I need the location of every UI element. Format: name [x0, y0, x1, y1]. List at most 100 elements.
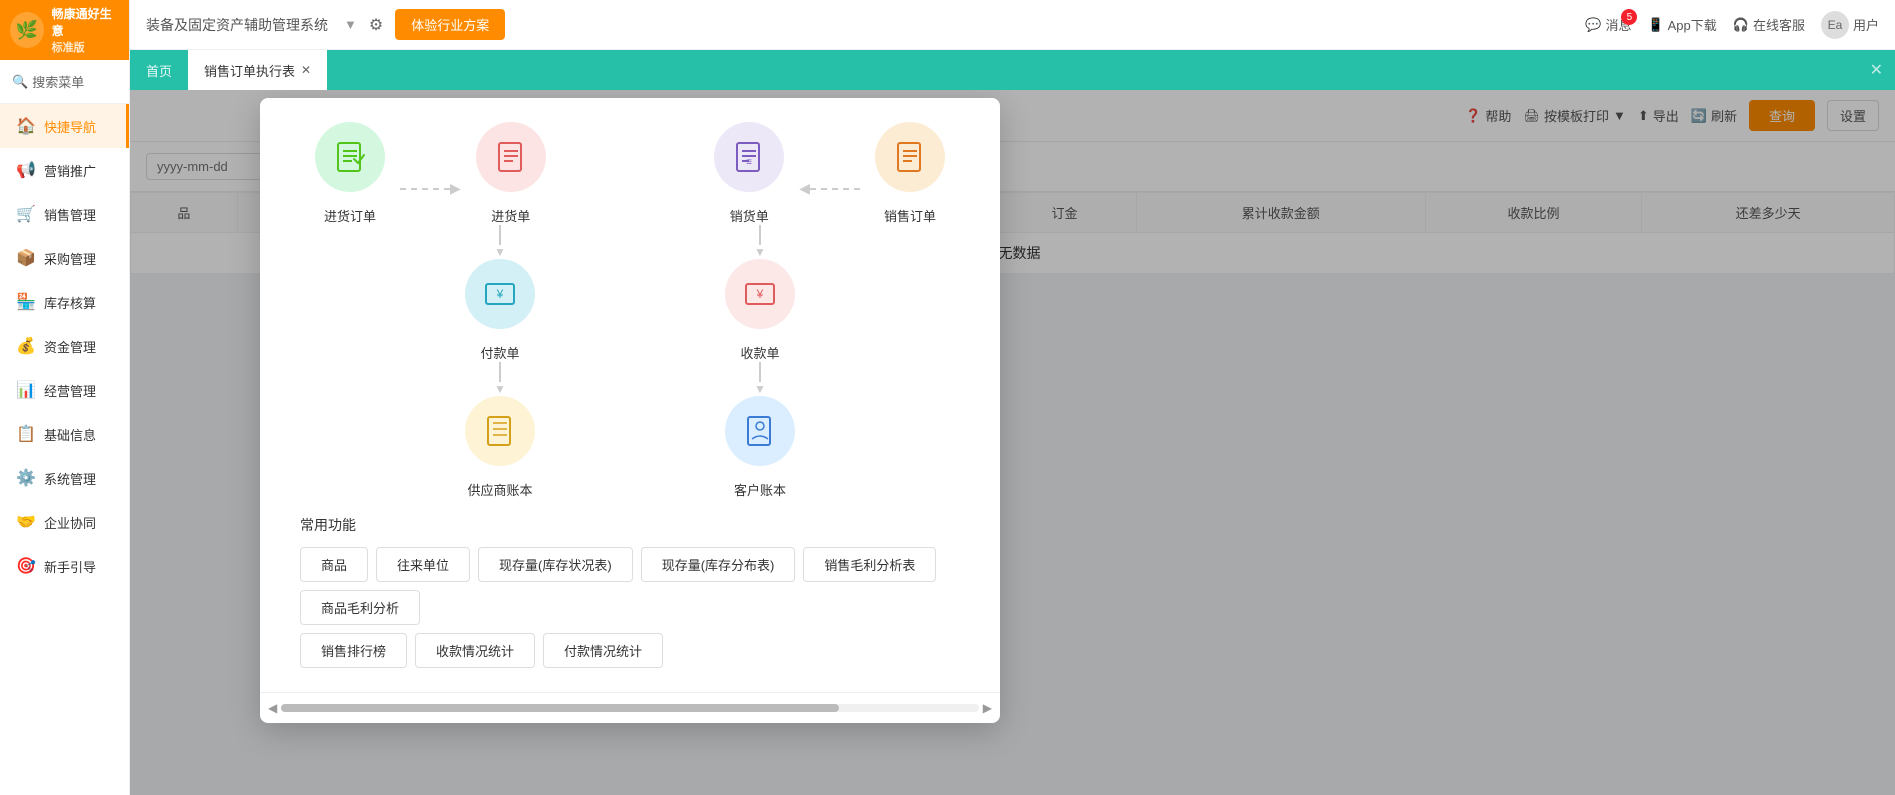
user-label: 用户	[1853, 15, 1879, 34]
sidebar-item-label: 企业协同	[44, 513, 96, 532]
tabbar: 首页 销售订单执行表 ✕ ✕	[130, 50, 1895, 90]
flow-label-customer-account: 客户账本	[734, 480, 786, 499]
dropdown-icon: ▼	[344, 17, 357, 32]
payment-bill-icon: ¥	[465, 259, 535, 329]
common-btn-product-profit[interactable]: 商品毛利分析	[300, 590, 420, 625]
arrow-sales-order-to-bill: ◀	[799, 180, 860, 225]
purchase-icon: 📦	[16, 248, 36, 268]
tab-close-all-icon[interactable]: ✕	[1858, 50, 1895, 90]
flow-label-purchase-order: 进货订单	[324, 206, 376, 225]
message-button[interactable]: 💬 消息 5	[1585, 15, 1631, 34]
sidebar-item-label: 系统管理	[44, 469, 96, 488]
sidebar-item-marketing[interactable]: 📢 营销推广	[0, 148, 129, 192]
modal-scroll-bar: ◀ ▶	[260, 692, 1000, 723]
flow-chart: 进货订单 ▶	[300, 122, 960, 499]
logo-icon: 🌿	[10, 12, 44, 48]
logo-sub: 标准版	[52, 39, 119, 55]
tab-sales-order-exec[interactable]: 销售订单执行表 ✕	[188, 50, 327, 90]
modal-overlay: 进货订单 ▶	[130, 90, 1895, 795]
tab-home-label: 首页	[146, 61, 172, 80]
flow-label-supplier-account: 供应商账本	[467, 480, 532, 499]
sidebar-item-operations[interactable]: 📊 经营管理	[0, 368, 129, 412]
tab-sales-order-label: 销售订单执行表	[204, 61, 295, 80]
flow-node-sales-order[interactable]: 销售订单	[860, 122, 960, 225]
common-buttons-row2: 销售排行榜 收款情况统计 付款情况统计	[300, 633, 960, 668]
common-btn-product[interactable]: 商品	[300, 547, 368, 582]
sidebar-item-quick-nav[interactable]: 🏠 快捷导航	[0, 104, 129, 148]
inventory-icon: 🏪	[16, 292, 36, 312]
sidebar-item-finance[interactable]: 💰 资金管理	[0, 324, 129, 368]
flow-label-purchase-bill: 进货单	[491, 206, 530, 225]
sidebar-item-label: 销售管理	[44, 205, 96, 224]
common-btn-customers[interactable]: 往来单位	[376, 547, 470, 582]
scroll-left-btn[interactable]: ◀	[268, 701, 277, 715]
purchase-order-icon	[315, 122, 385, 192]
common-btn-receipt-stats[interactable]: 收款情况统计	[415, 633, 535, 668]
common-btn-sales-profit[interactable]: 销售毛利分析表	[803, 547, 936, 582]
common-functions-title: 常用功能	[300, 515, 960, 535]
flow-node-payment-bill[interactable]: ¥ 付款单	[450, 259, 550, 362]
sidebar-item-system[interactable]: ⚙️ 系统管理	[0, 456, 129, 500]
basic-info-icon: 📋	[16, 424, 36, 444]
sidebar-item-enterprise[interactable]: 🤝 企业协同	[0, 500, 129, 544]
scroll-track[interactable]	[281, 704, 979, 712]
flow-node-receipt-bill[interactable]: ¥ 收款单	[710, 259, 810, 362]
scroll-right-btn[interactable]: ▶	[983, 701, 992, 715]
sidebar-item-label: 营销推广	[44, 161, 96, 180]
search-menu-button[interactable]: 🔍 搜索菜单	[8, 68, 121, 95]
sidebar-item-label: 经营管理	[44, 381, 96, 400]
user-menu[interactable]: Ea 用户	[1821, 11, 1879, 39]
flow-arrows-down-row2: ▼ ▼	[300, 362, 960, 396]
sales-bill-icon: ≡	[714, 122, 784, 192]
flow-node-supplier-account[interactable]: 供应商账本	[450, 396, 550, 499]
supplier-account-icon	[465, 396, 535, 466]
flow-label-payment-bill: 付款单	[480, 343, 519, 362]
sidebar-item-basic-info[interactable]: 📋 基础信息	[0, 412, 129, 456]
common-btn-payment-stats[interactable]: 付款情况统计	[543, 633, 663, 668]
system-icon: ⚙️	[16, 468, 36, 488]
common-btn-stock-dist[interactable]: 现存量(库存分布表)	[641, 547, 796, 582]
topbar-right: 💬 消息 5 📱 App下载 🎧 在线客服 Ea 用户	[1585, 11, 1879, 39]
enterprise-icon: 🤝	[16, 512, 36, 532]
app-download-button[interactable]: 📱 App下载	[1647, 15, 1716, 34]
tab-home[interactable]: 首页	[130, 50, 188, 90]
sidebar-item-purchase[interactable]: 📦 采购管理	[0, 236, 129, 280]
topbar: 装备及固定资产辅助管理系统 ▼ ⚙ 体验行业方案 💬 消息 5 📱 App下载 …	[130, 0, 1895, 50]
flow-node-purchase-bill[interactable]: 进货单	[461, 122, 561, 225]
sidebar-item-inventory[interactable]: 🏪 库存核算	[0, 280, 129, 324]
common-buttons-row1: 商品 往来单位 现存量(库存状况表) 现存量(库存分布表) 销售毛利分析表 商品…	[300, 547, 960, 625]
app-download-label: App下载	[1668, 15, 1717, 34]
sidebar-item-sales[interactable]: 🛒 销售管理	[0, 192, 129, 236]
modal-content: 进货订单 ▶	[260, 98, 1000, 692]
flow-node-purchase-order[interactable]: 进货订单	[300, 122, 400, 225]
common-btn-sales-rank[interactable]: 销售排行榜	[300, 633, 407, 668]
sidebar-search-area: 🔍 搜索菜单	[0, 60, 129, 104]
arrow-purchase-to-bill: ▶	[400, 180, 461, 225]
sales-order-icon	[875, 122, 945, 192]
svg-text:≡: ≡	[746, 157, 752, 168]
message-badge: 5	[1621, 9, 1637, 25]
common-btn-stock-status[interactable]: 现存量(库存状况表)	[478, 547, 633, 582]
flow-node-customer-account[interactable]: 客户账本	[710, 396, 810, 499]
service-label: 在线客服	[1753, 15, 1805, 34]
sidebar-item-label: 库存核算	[44, 293, 96, 312]
receipt-bill-icon: ¥	[725, 259, 795, 329]
flow-node-sales-bill[interactable]: ≡ 销货单	[699, 122, 799, 225]
sidebar-logo: 🌿 畅康通好生意 标准版	[0, 0, 129, 60]
sidebar-item-guide[interactable]: 🎯 新手引导	[0, 544, 129, 588]
online-service-button[interactable]: 🎧 在线客服	[1733, 15, 1805, 34]
finance-icon: 💰	[16, 336, 36, 356]
experience-btn[interactable]: 体验行业方案	[395, 9, 505, 40]
home-icon: 🏠	[16, 116, 36, 136]
tab-close-icon[interactable]: ✕	[301, 63, 311, 77]
settings-gear-icon[interactable]: ⚙	[369, 15, 383, 35]
flow-label-sales-order: 销售订单	[884, 206, 936, 225]
message-icon: 💬	[1585, 17, 1601, 33]
flow-arrows-down-row1: ▼ ▼	[300, 225, 960, 259]
sidebar-item-label: 采购管理	[44, 249, 96, 268]
app-icon: 📱	[1647, 17, 1663, 33]
operations-icon: 📊	[16, 380, 36, 400]
service-icon: 🎧	[1733, 17, 1749, 33]
sidebar-item-label: 基础信息	[44, 425, 96, 444]
scroll-thumb	[281, 704, 839, 712]
